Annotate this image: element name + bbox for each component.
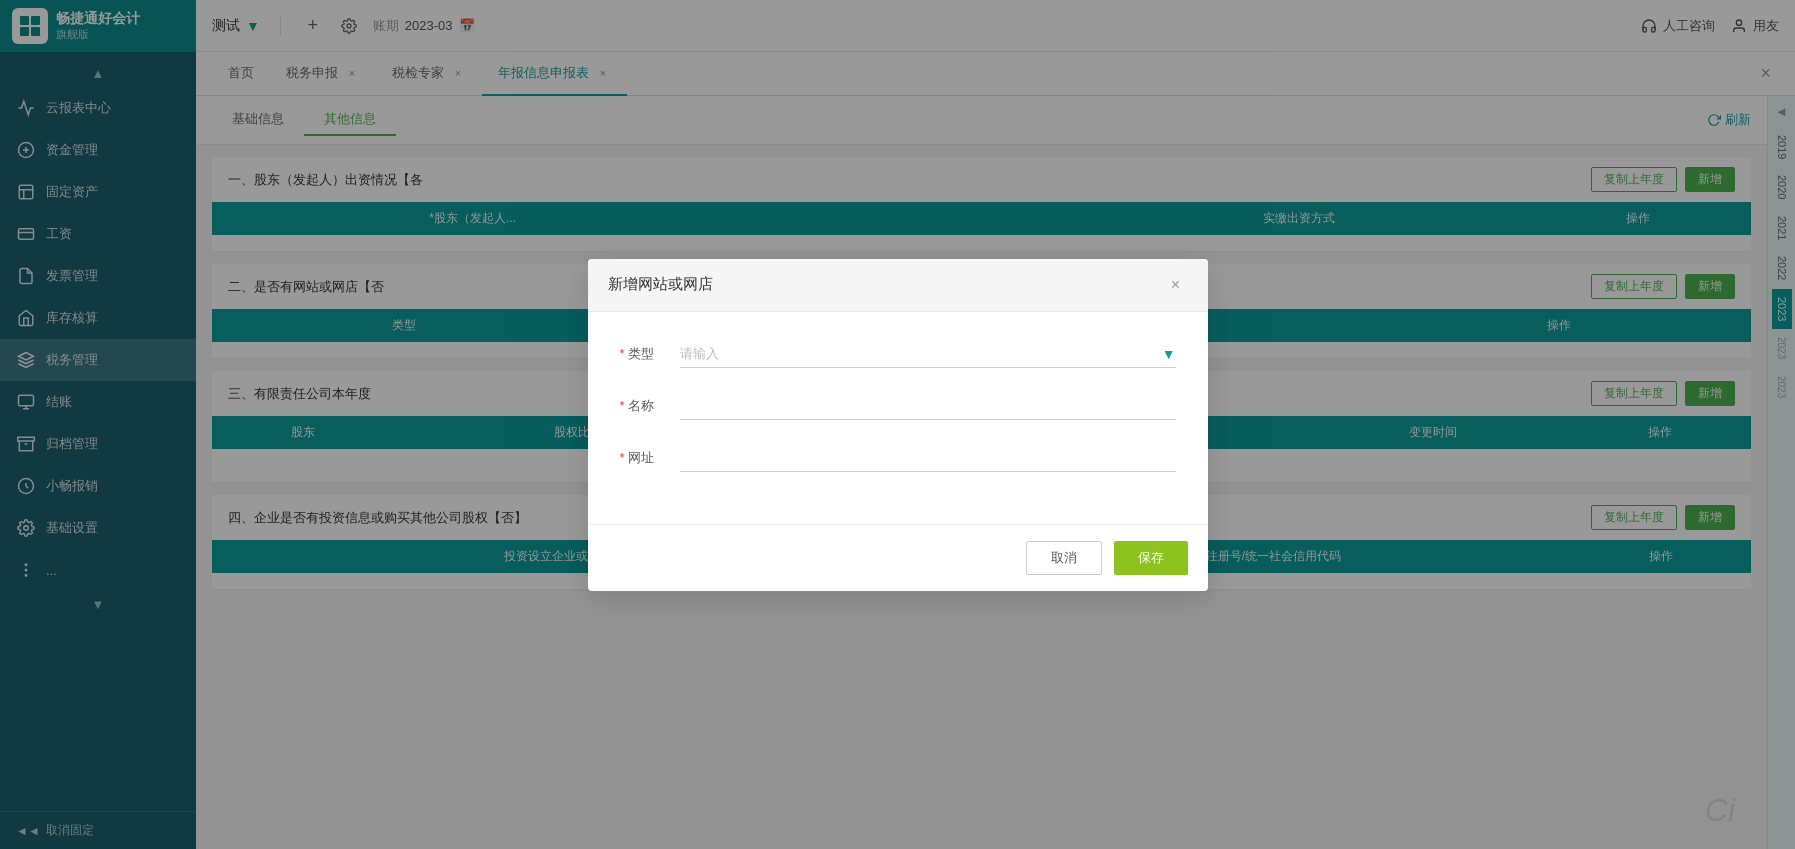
name-input-wrap	[680, 392, 1176, 420]
dialog-footer: 取消 保存	[588, 524, 1208, 591]
dialog-header: 新增网站或网店 ×	[588, 259, 1208, 312]
dialog-body: * 类型 ▼ * 名称	[588, 312, 1208, 524]
url-input[interactable]	[680, 444, 1176, 472]
dialog-add-website: 新增网站或网店 × * 类型 ▼ * 名称	[588, 259, 1208, 591]
name-label-text: 名称	[628, 398, 654, 413]
dialog-title: 新增网站或网店	[608, 275, 713, 294]
type-label: * 类型	[620, 345, 680, 363]
dialog-overlay[interactable]: 新增网站或网店 × * 类型 ▼ * 名称	[0, 0, 1795, 849]
form-field-name: * 名称	[620, 392, 1176, 420]
cancel-button[interactable]: 取消	[1026, 541, 1102, 575]
type-required-mark: *	[620, 346, 625, 361]
url-label-text: 网址	[628, 450, 654, 465]
type-input[interactable]	[680, 340, 1176, 368]
form-field-type: * 类型 ▼	[620, 340, 1176, 368]
name-label: * 名称	[620, 397, 680, 415]
form-field-url: * 网址	[620, 444, 1176, 472]
save-button[interactable]: 保存	[1114, 541, 1188, 575]
url-label: * 网址	[620, 449, 680, 467]
url-input-wrap	[680, 444, 1176, 472]
name-required-mark: *	[620, 398, 625, 413]
name-input[interactable]	[680, 392, 1176, 420]
type-input-wrap: ▼	[680, 340, 1176, 368]
url-required-mark: *	[620, 450, 625, 465]
dialog-close-btn[interactable]: ×	[1164, 273, 1188, 297]
type-label-text: 类型	[628, 346, 654, 361]
